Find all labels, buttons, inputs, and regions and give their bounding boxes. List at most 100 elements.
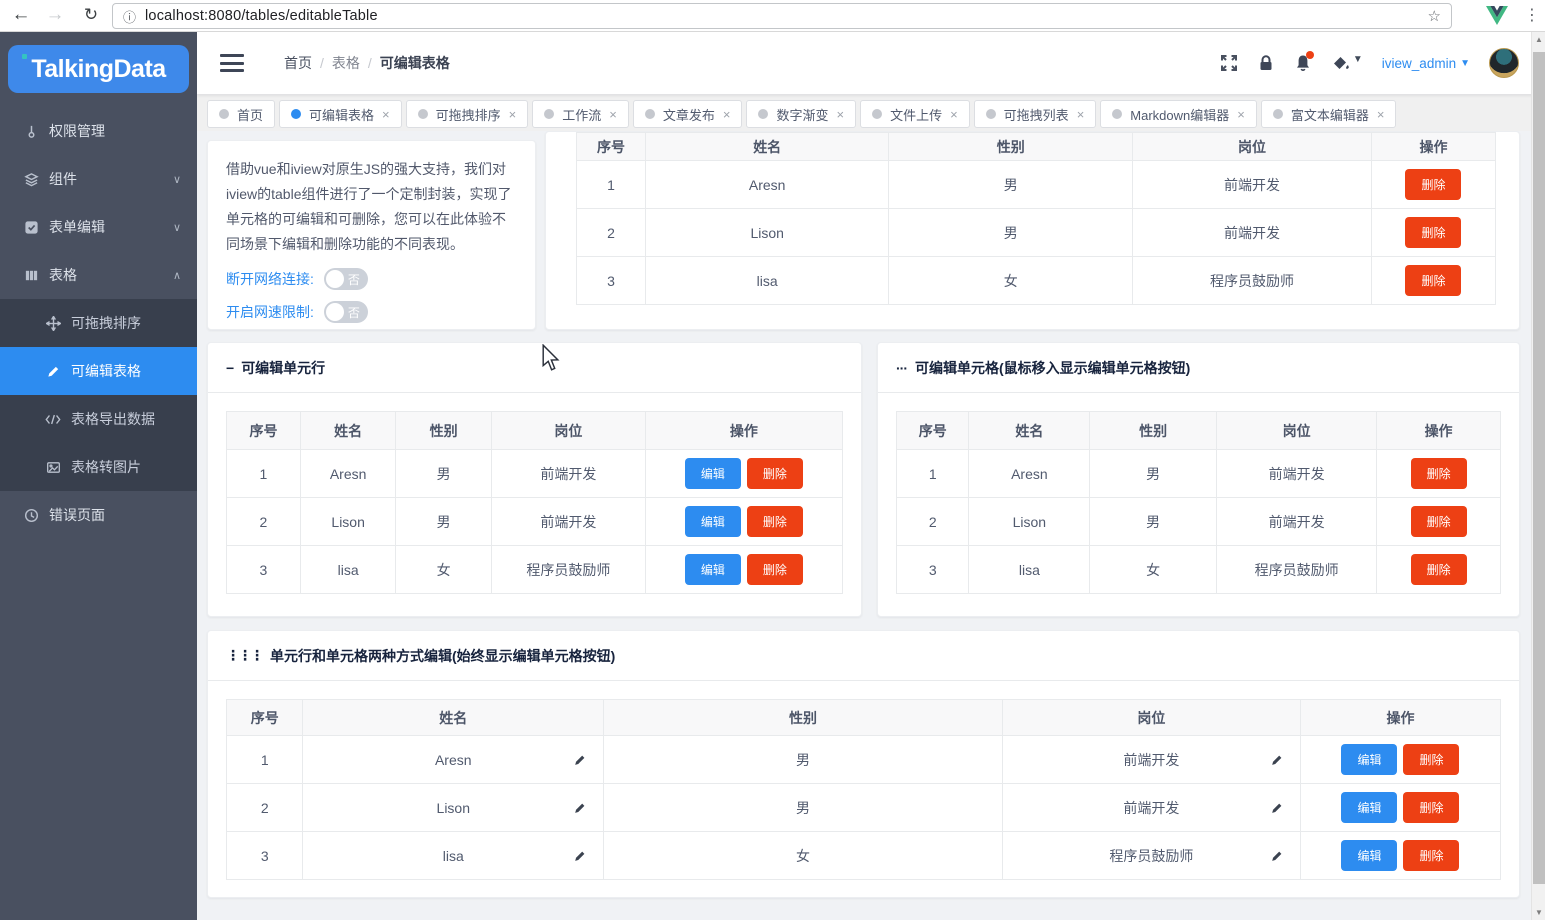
toggle-label-throttle: 开启网速限制: <box>226 304 314 320</box>
delete-button[interactable]: 删除 <box>1403 840 1460 871</box>
tab-close-icon[interactable]: × <box>723 107 731 122</box>
edit-button[interactable]: 编辑 <box>1341 840 1398 871</box>
editable-cell-top-card: 序号 姓名 性别 岗位 操作 1 Aresn 男 前端开发 删除 2 Lison… <box>545 131 1520 330</box>
tab-workflow[interactable]: 工作流 × <box>532 100 629 128</box>
fullscreen-icon[interactable] <box>1220 54 1238 72</box>
minus-icon: − <box>226 359 234 376</box>
sidebar-item-table-export[interactable]: 表格导出数据 <box>0 395 197 443</box>
edit-button[interactable]: 编辑 <box>684 458 741 489</box>
edit-cell-pencil-icon[interactable] <box>1270 849 1284 863</box>
cell-no: 1 <box>895 449 970 498</box>
col-header: 岗位 <box>1216 411 1378 450</box>
notification-bell-icon[interactable] <box>1294 50 1314 73</box>
delete-button[interactable]: 删除 <box>1410 458 1467 489</box>
sidebar-item-editable-table[interactable]: 可编辑表格 <box>0 347 197 395</box>
tab-article-publish[interactable]: 文章发布 × <box>632 100 743 128</box>
edit-cell-pencil-icon[interactable] <box>573 849 587 863</box>
breadcrumb-section[interactable]: 表格 <box>332 53 360 73</box>
page-info-icon[interactable]: ⓘ <box>123 7 136 26</box>
tab-close-icon[interactable]: × <box>1377 107 1385 122</box>
cell-no: 1 <box>226 449 301 498</box>
sidebar-item-error-pages[interactable]: 错误页面 <box>0 491 197 539</box>
cell-job: 前端开发 <box>1131 160 1372 209</box>
tab-close-icon[interactable]: × <box>836 107 844 122</box>
delete-button[interactable]: 删除 <box>1403 792 1460 823</box>
intro-card: 借助vue和iview对原生JS的强大支持，我们对iview的table组件进行… <box>207 140 536 330</box>
network-throttle-toggle[interactable]: 否 <box>323 301 368 323</box>
sidebar-item-table-to-image[interactable]: 表格转图片 <box>0 443 197 491</box>
error-clock-icon <box>22 508 40 523</box>
tab-drag-sort[interactable]: 可拖拽排序 × <box>405 100 529 128</box>
edit-button[interactable]: 编辑 <box>684 506 741 537</box>
browser-reload-icon[interactable]: ↻ <box>78 2 104 28</box>
address-bar[interactable]: ⓘ localhost:8080/tables/editableTable ☆ <box>112 3 1452 29</box>
edit-button[interactable]: 编辑 <box>1341 744 1398 775</box>
edit-cell-pencil-icon[interactable] <box>573 801 587 815</box>
sidebar-item-tables[interactable]: 表格 ∧ <box>0 251 197 299</box>
cell-gender: 男 <box>603 735 1003 784</box>
edit-cell-pencil-icon[interactable] <box>573 753 587 767</box>
tab-drag-list[interactable]: 可拖拽列表 × <box>973 100 1097 128</box>
cell-job: 前端开发 <box>490 449 646 498</box>
browser-forward-icon[interactable]: → <box>42 2 68 28</box>
tab-number-gradient[interactable]: 数字渐变 × <box>746 100 857 128</box>
tab-editable-table[interactable]: 可编辑表格 × <box>279 100 402 128</box>
bookmark-star-icon[interactable]: ☆ <box>1428 7 1441 25</box>
delete-button[interactable]: 删除 <box>1405 169 1462 200</box>
theme-paint-icon[interactable]: ▼ <box>1331 54 1363 72</box>
delete-button[interactable]: 删除 <box>1410 506 1467 537</box>
sidebar-item-permission[interactable]: 权限管理 <box>0 107 197 155</box>
sidebar-item-form-edit[interactable]: 表单编辑 ∨ <box>0 203 197 251</box>
delete-button[interactable]: 删除 <box>1403 744 1460 775</box>
tab-close-icon[interactable]: × <box>1237 107 1245 122</box>
vue-devtools-icon[interactable] <box>1486 6 1508 30</box>
avatar[interactable] <box>1489 48 1519 78</box>
card-title: 单元行和单元格两种方式编辑(始终显示编辑单元格按钮) <box>270 647 616 664</box>
cell-name: lisa <box>302 831 605 880</box>
cell-gender: 女 <box>395 545 492 594</box>
cell-name: lisa <box>968 545 1091 594</box>
scroll-down-arrow[interactable]: ▼ <box>1532 905 1545 920</box>
tab-close-icon[interactable]: × <box>950 107 958 122</box>
delete-button[interactable]: 删除 <box>746 506 803 537</box>
tab-close-icon[interactable]: × <box>609 107 617 122</box>
delete-button[interactable]: 删除 <box>746 458 803 489</box>
sidebar-item-components[interactable]: 组件 ∨ <box>0 155 197 203</box>
url-text[interactable]: localhost:8080/tables/editableTable <box>145 8 378 24</box>
sidebar-item-label: 错误页面 <box>49 507 105 523</box>
browser-back-icon[interactable]: ← <box>8 2 34 28</box>
tab-markdown-editor[interactable]: Markdown编辑器 × <box>1100 100 1257 128</box>
sidebar-item-drag-sort[interactable]: 可拖拽排序 <box>0 299 197 347</box>
tab-file-upload[interactable]: 文件上传 × <box>860 100 970 128</box>
tab-close-icon[interactable]: × <box>1077 107 1085 122</box>
tab-richtext-editor[interactable]: 富文本编辑器 × <box>1260 100 1397 128</box>
col-header: 性别 <box>395 411 492 450</box>
delete-button[interactable]: 删除 <box>1405 217 1462 248</box>
edit-button[interactable]: 编辑 <box>684 554 741 585</box>
caret-down-icon: ▼ <box>1352 54 1363 65</box>
tab-home[interactable]: 首页 <box>207 100 276 128</box>
edit-cell-pencil-icon[interactable] <box>1270 801 1284 815</box>
scroll-up-arrow[interactable]: ▲ <box>1532 32 1545 47</box>
disconnect-network-toggle[interactable]: 否 <box>323 268 368 290</box>
tab-close-icon[interactable]: × <box>509 107 517 122</box>
page-scrollbar[interactable]: ▲ ▼ <box>1531 32 1545 920</box>
user-menu[interactable]: iview_admin ▼ <box>1382 56 1470 71</box>
table-row: 1 Aresn 男 前端开发 删除 <box>895 449 1501 498</box>
lock-icon[interactable] <box>1257 54 1275 72</box>
cell-job: 程序员鼓励师 <box>1001 831 1301 880</box>
delete-button[interactable]: 删除 <box>1410 554 1467 585</box>
scrollbar-thumb[interactable] <box>1533 52 1545 884</box>
hamburger-menu-icon[interactable] <box>220 54 244 72</box>
col-header: 操作 <box>1370 132 1497 161</box>
tab-dot <box>544 109 555 119</box>
tab-close-icon[interactable]: × <box>382 107 390 122</box>
browser-menu-icon[interactable]: ⋮ <box>1524 4 1540 28</box>
edit-button[interactable]: 编辑 <box>1341 792 1398 823</box>
breadcrumb-home[interactable]: 首页 <box>284 53 312 73</box>
delete-button[interactable]: 删除 <box>746 554 803 585</box>
col-header: 序号 <box>225 699 304 736</box>
delete-button[interactable]: 删除 <box>1405 265 1462 296</box>
edit-cell-pencil-icon[interactable] <box>1270 753 1284 767</box>
col-header: 性别 <box>1089 411 1218 450</box>
